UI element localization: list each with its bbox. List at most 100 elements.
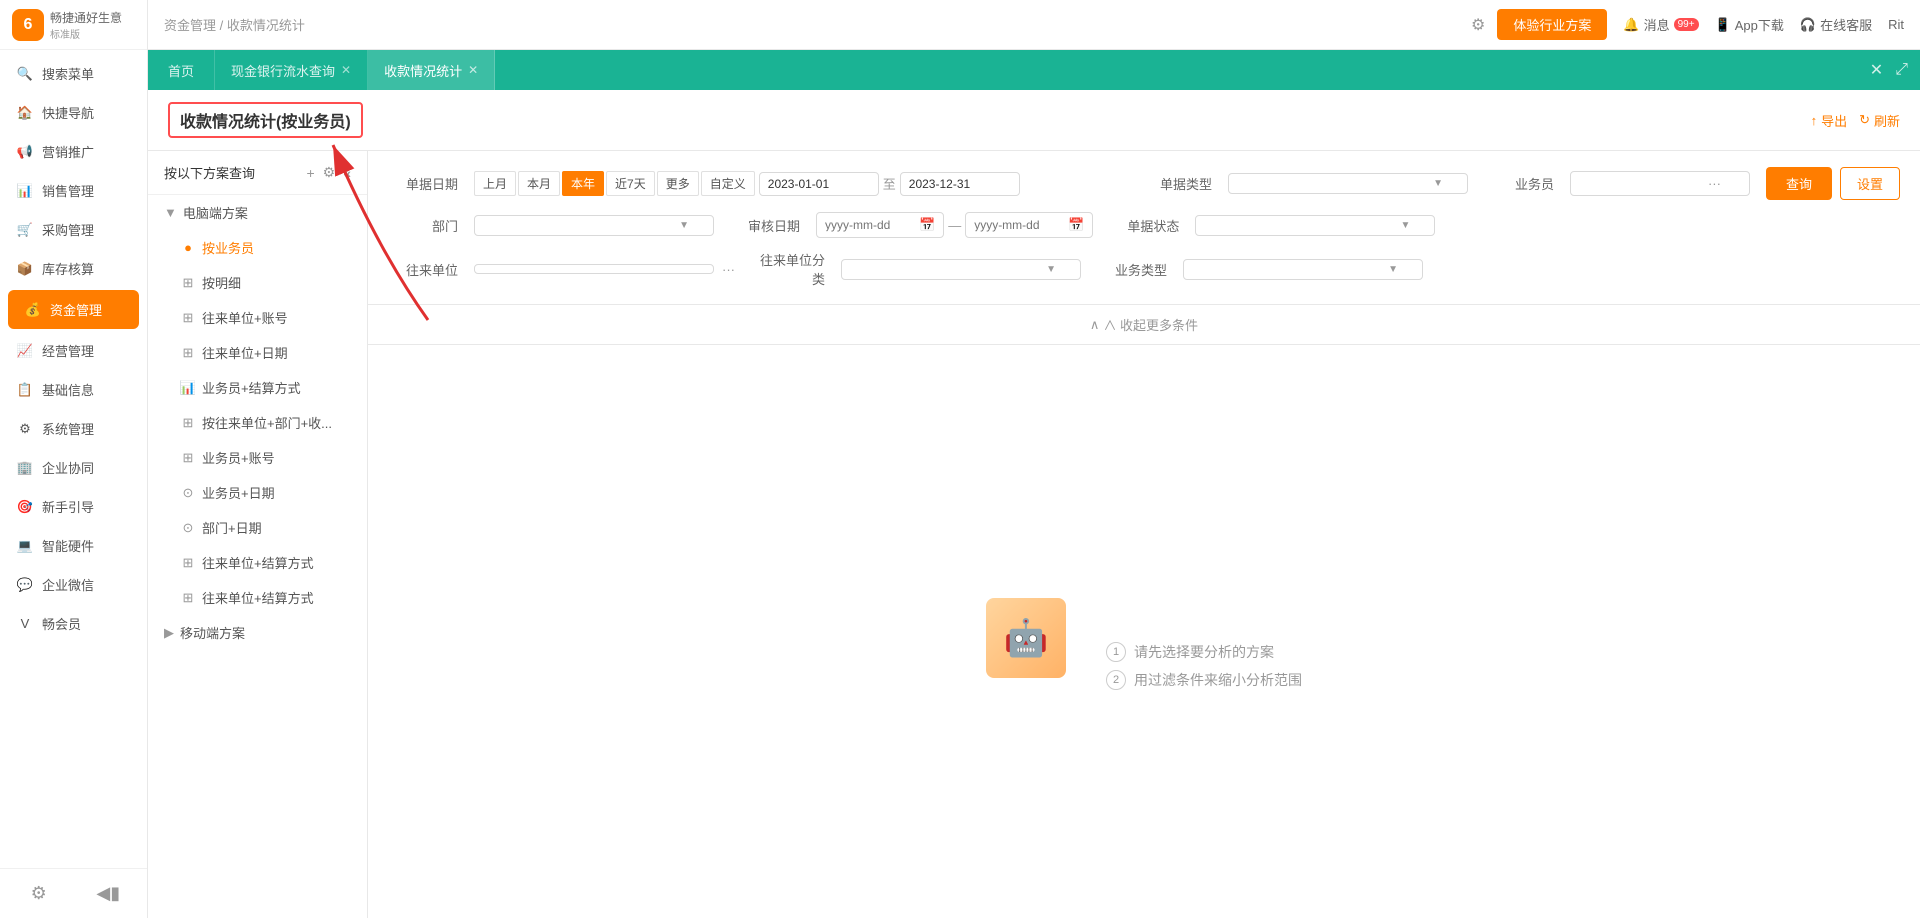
user-avatar[interactable]: Rit <box>1888 17 1904 32</box>
enterprise-icon: 🏢 <box>16 459 34 477</box>
settings-button[interactable]: 设置 <box>1840 167 1900 200</box>
sidebar-item-quick-nav[interactable]: 🏠 快捷导航 <box>0 93 147 132</box>
counterpart-more-btn[interactable]: ··· <box>718 262 739 277</box>
review-date-start-input[interactable] <box>825 218 915 232</box>
online-service-btn[interactable]: 🎧 在线客服 <box>1800 15 1872 34</box>
close-window-btn[interactable]: ✕ <box>1870 60 1883 80</box>
sidebar-item-guide[interactable]: 🎯 新手引导 <box>0 487 147 526</box>
tree-group-desktop-header[interactable]: ▼ 电脑端方案 <box>148 195 367 230</box>
calendar-icon-start[interactable]: 📅 <box>919 217 935 233</box>
date-start-input[interactable] <box>759 172 879 196</box>
sidebar-item-enterprise[interactable]: 🏢 企业协同 <box>0 448 147 487</box>
add-scheme-btn[interactable]: + <box>306 165 314 181</box>
date-tab-more[interactable]: 更多 <box>657 171 699 196</box>
query-button[interactable]: 查询 <box>1766 167 1832 200</box>
tree-item-by-unit-settle2[interactable]: ⊞ 往来单位+结算方式 <box>164 580 367 615</box>
export-btn[interactable]: ↑ 导出 <box>1811 111 1848 130</box>
sidebar-item-purchase[interactable]: 🛒 采购管理 <box>0 210 147 249</box>
sidebar-item-operations[interactable]: 📈 经营管理 <box>0 331 147 370</box>
download-icon: 📱 <box>1715 17 1731 33</box>
trial-button[interactable]: 体验行业方案 <box>1497 9 1607 40</box>
tab-bank-flow[interactable]: 现金银行流水查询 ✕ <box>215 50 368 90</box>
sidebar-collapse-btn[interactable]: ◀▮ <box>78 877 140 910</box>
biz-type-label: 业务类型 <box>1097 260 1167 279</box>
counterpart-select[interactable] <box>474 264 714 274</box>
doc-type-select[interactable]: ▼ <box>1228 173 1468 194</box>
tab-close-collection-stats[interactable]: ✕ <box>468 63 478 77</box>
review-date-end-wrap: 📅 <box>965 212 1093 238</box>
date-tab-this-year[interactable]: 本年 <box>562 171 604 196</box>
notification-btn[interactable]: 🔔 消息 99+ <box>1623 15 1698 34</box>
counterpart-category-arrow: ▼ <box>1046 264 1056 275</box>
guide-icon: 🎯 <box>16 498 34 516</box>
tree-group-mobile-header[interactable]: ▶ 移动端方案 <box>148 615 367 650</box>
tree-item-by-unit-date[interactable]: ⊞ 往来单位+日期 <box>164 335 367 370</box>
collapse-icon: ∧ <box>1090 317 1100 333</box>
salesperson-select[interactable]: ··· <box>1570 171 1750 196</box>
sidebar-item-sales[interactable]: 📊 销售管理 <box>0 171 147 210</box>
tree-item-by-salesperson[interactable]: ● 按业务员 <box>164 230 367 265</box>
tree-group-mobile: ▶ 移动端方案 <box>148 615 367 650</box>
sidebar-settings-btn[interactable]: ⚙ <box>8 877 70 910</box>
refresh-icon: ↻ <box>1859 112 1870 128</box>
date-tab-custom[interactable]: 自定义 <box>701 171 755 196</box>
sidebar-item-basic-info[interactable]: 📋 基础信息 <box>0 370 147 409</box>
sidebar-item-smart-hw[interactable]: 💻 智能硬件 <box>0 526 147 565</box>
dept-select[interactable]: ▼ <box>474 215 714 236</box>
tab-close-bank-flow[interactable]: ✕ <box>341 63 351 77</box>
date-tab-prev-month[interactable]: 上月 <box>474 171 516 196</box>
counterpart-category-select[interactable]: ▼ <box>841 259 1081 280</box>
review-date-start-wrap: 📅 <box>816 212 944 238</box>
date-tab-last-7days[interactable]: 近7天 <box>606 171 655 196</box>
collapse-bar[interactable]: ∧ ∧ 收起更多条件 <box>368 305 1920 345</box>
sidebar-nav: 🔍 搜索菜单 🏠 快捷导航 📢 营销推广 📊 销售管理 🛒 采购管理 📦 库存核… <box>0 50 147 868</box>
salesperson-more-btn[interactable]: ··· <box>1704 176 1725 191</box>
tree-item-by-sp-settlement[interactable]: 📊 业务员+结算方式 <box>164 370 367 405</box>
sp-settlement-icon: 📊 <box>180 380 196 396</box>
tree-item-by-sp-date[interactable]: ⊙ 业务员+日期 <box>164 475 367 510</box>
dept-arrow: ▼ <box>679 220 689 231</box>
sidebar-item-member[interactable]: V 畅会员 <box>0 604 147 643</box>
empty-state: 🤖 1 请先选择要分析的方案 2 用过滤条件来缩小分析范围 <box>368 345 1920 918</box>
tree-item-by-unit-dept[interactable]: ⊞ 按往来单位+部门+收... <box>164 405 367 440</box>
sidebar-item-inventory[interactable]: 📦 库存核算 <box>0 249 147 288</box>
tree-item-by-unit-account[interactable]: ⊞ 往来单位+账号 <box>164 300 367 335</box>
date-tab-this-month[interactable]: 本月 <box>518 171 560 196</box>
refresh-btn[interactable]: ↻ 刷新 <box>1859 111 1900 130</box>
calendar-icon-end[interactable]: 📅 <box>1068 217 1084 233</box>
tree-item-by-detail[interactable]: ⊞ 按明细 <box>164 265 367 300</box>
tree-item-by-dept-date[interactable]: ⊙ 部门+日期 <box>164 510 367 545</box>
tree-item-by-sp-account[interactable]: ⊞ 业务员+账号 <box>164 440 367 475</box>
app-download-btn[interactable]: 📱 App下载 <box>1715 15 1784 34</box>
sidebar-item-marketing[interactable]: 📢 营销推广 <box>0 132 147 171</box>
tab-home[interactable]: 首页 <box>148 50 215 90</box>
sidebar-item-wechat[interactable]: 💬 企业微信 <box>0 565 147 604</box>
sidebar-item-system[interactable]: ⚙ 系统管理 <box>0 409 147 448</box>
tree-item-by-unit-settle1[interactable]: ⊞ 往来单位+结算方式 <box>164 545 367 580</box>
scheme-settings-btn[interactable]: ⚙ <box>323 164 336 181</box>
date-end-input[interactable] <box>900 172 1020 196</box>
sales-icon: 📊 <box>16 182 34 200</box>
panel-header-text: 按以下方案查询 <box>164 163 298 182</box>
review-date-end-input[interactable] <box>974 218 1064 232</box>
counterpart-category-label: 往来单位分类 <box>755 250 825 288</box>
collapse-panel-btn[interactable]: « <box>343 165 351 181</box>
review-date-range: 📅 — 📅 <box>816 212 1093 238</box>
filter-row-2: 部门 ▼ 审核日期 📅 — 📅 <box>388 212 1900 238</box>
doc-status-label: 单据状态 <box>1109 216 1179 235</box>
sidebar-item-search[interactable]: 🔍 搜索菜单 <box>0 54 147 93</box>
right-panel: 单据日期 上月 本月 本年 近7天 更多 自定义 至 <box>368 151 1920 918</box>
dept-label: 部门 <box>388 216 458 235</box>
biz-type-select[interactable]: ▼ <box>1183 259 1423 280</box>
unit-settle1-icon: ⊞ <box>180 555 196 571</box>
doc-status-select[interactable]: ▼ <box>1195 215 1435 236</box>
filter-row-1: 单据日期 上月 本月 本年 近7天 更多 自定义 至 <box>388 167 1900 200</box>
inventory-icon: 📦 <box>16 260 34 278</box>
maximize-window-btn[interactable]: ⤢ <box>1895 61 1908 79</box>
tab-collection-stats[interactable]: 收款情况统计 ✕ <box>368 50 495 90</box>
content-area: 按以下方案查询 + ⚙ « ▼ 电脑端方案 ● 按业务员 ⊞ <box>148 151 1920 918</box>
doc-type-label: 单据类型 <box>1142 174 1212 193</box>
topbar-settings-icon[interactable]: ⚙ <box>1471 15 1485 35</box>
sidebar-item-finance[interactable]: 💰 资金管理 <box>8 290 139 329</box>
active-item-icon: ● <box>180 240 196 256</box>
